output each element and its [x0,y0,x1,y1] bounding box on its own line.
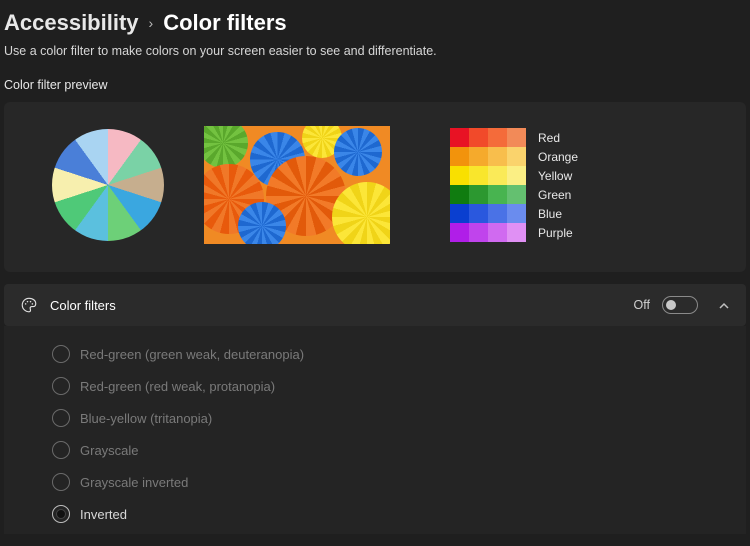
swatch-label: Green [538,188,571,202]
filter-option[interactable]: Blue-yellow (tritanopia) [52,402,728,434]
radio-icon[interactable] [52,473,70,491]
color-filters-expander[interactable]: Color filters Off [4,284,746,326]
filter-option-label: Grayscale [80,443,139,458]
swatch-label: Orange [538,150,578,164]
radio-icon[interactable] [52,505,70,523]
page-subtitle: Use a color filter to make colors on you… [0,36,750,58]
radio-icon[interactable] [52,345,70,363]
expander-title: Color filters [50,298,622,313]
swatch-label: Purple [538,226,573,240]
swatch-label: Yellow [538,169,572,183]
swatch-list: Red Orange Yellow Green Blue Purple [450,128,578,242]
swatch-row: Green [450,185,578,204]
chevron-up-icon[interactable] [718,299,730,311]
swatch-row: Orange [450,147,578,166]
breadcrumb-parent[interactable]: Accessibility [4,10,139,36]
filter-option[interactable]: Grayscale [52,434,728,466]
color-wheel-preview [52,129,164,241]
filter-option-label: Inverted [80,507,127,522]
swatch-row: Red [450,128,578,147]
swatch-label: Red [538,131,560,145]
filter-option-label: Grayscale inverted [80,475,188,490]
chevron-right-icon: › [149,15,154,31]
filter-option[interactable]: Red-green (green weak, deuteranopia) [52,338,728,370]
page-title: Color filters [163,10,286,36]
preview-label: Color filter preview [0,58,750,98]
preview-panel: Red Orange Yellow Green Blue Purple [4,102,746,272]
filter-option-label: Red-green (red weak, protanopia) [80,379,275,394]
radio-icon[interactable] [52,377,70,395]
filter-option-label: Red-green (green weak, deuteranopia) [80,347,304,362]
filter-options-list: Red-green (green weak, deuteranopia) Red-… [4,326,746,534]
toggle-state-label: Off [634,298,650,312]
breadcrumb: Accessibility › Color filters [4,10,750,36]
swatch-shades [450,166,526,185]
swatch-label: Blue [538,207,562,221]
radio-icon[interactable] [52,409,70,427]
filter-option[interactable]: Inverted [52,498,728,530]
swatch-shades [450,185,526,204]
filter-option[interactable]: Red-green (red weak, protanopia) [52,370,728,402]
filter-option-label: Blue-yellow (tritanopia) [80,411,212,426]
swatch-shades [450,223,526,242]
swatch-row: Blue [450,204,578,223]
palette-icon [20,296,38,314]
swatch-shades [450,147,526,166]
color-filters-toggle[interactable] [662,296,698,314]
radio-icon[interactable] [52,441,70,459]
swatch-row: Yellow [450,166,578,185]
swatch-row: Purple [450,223,578,242]
filter-option[interactable]: Grayscale inverted [52,466,728,498]
swatch-shades [450,128,526,147]
swatch-shades [450,204,526,223]
photo-preview [204,126,390,244]
